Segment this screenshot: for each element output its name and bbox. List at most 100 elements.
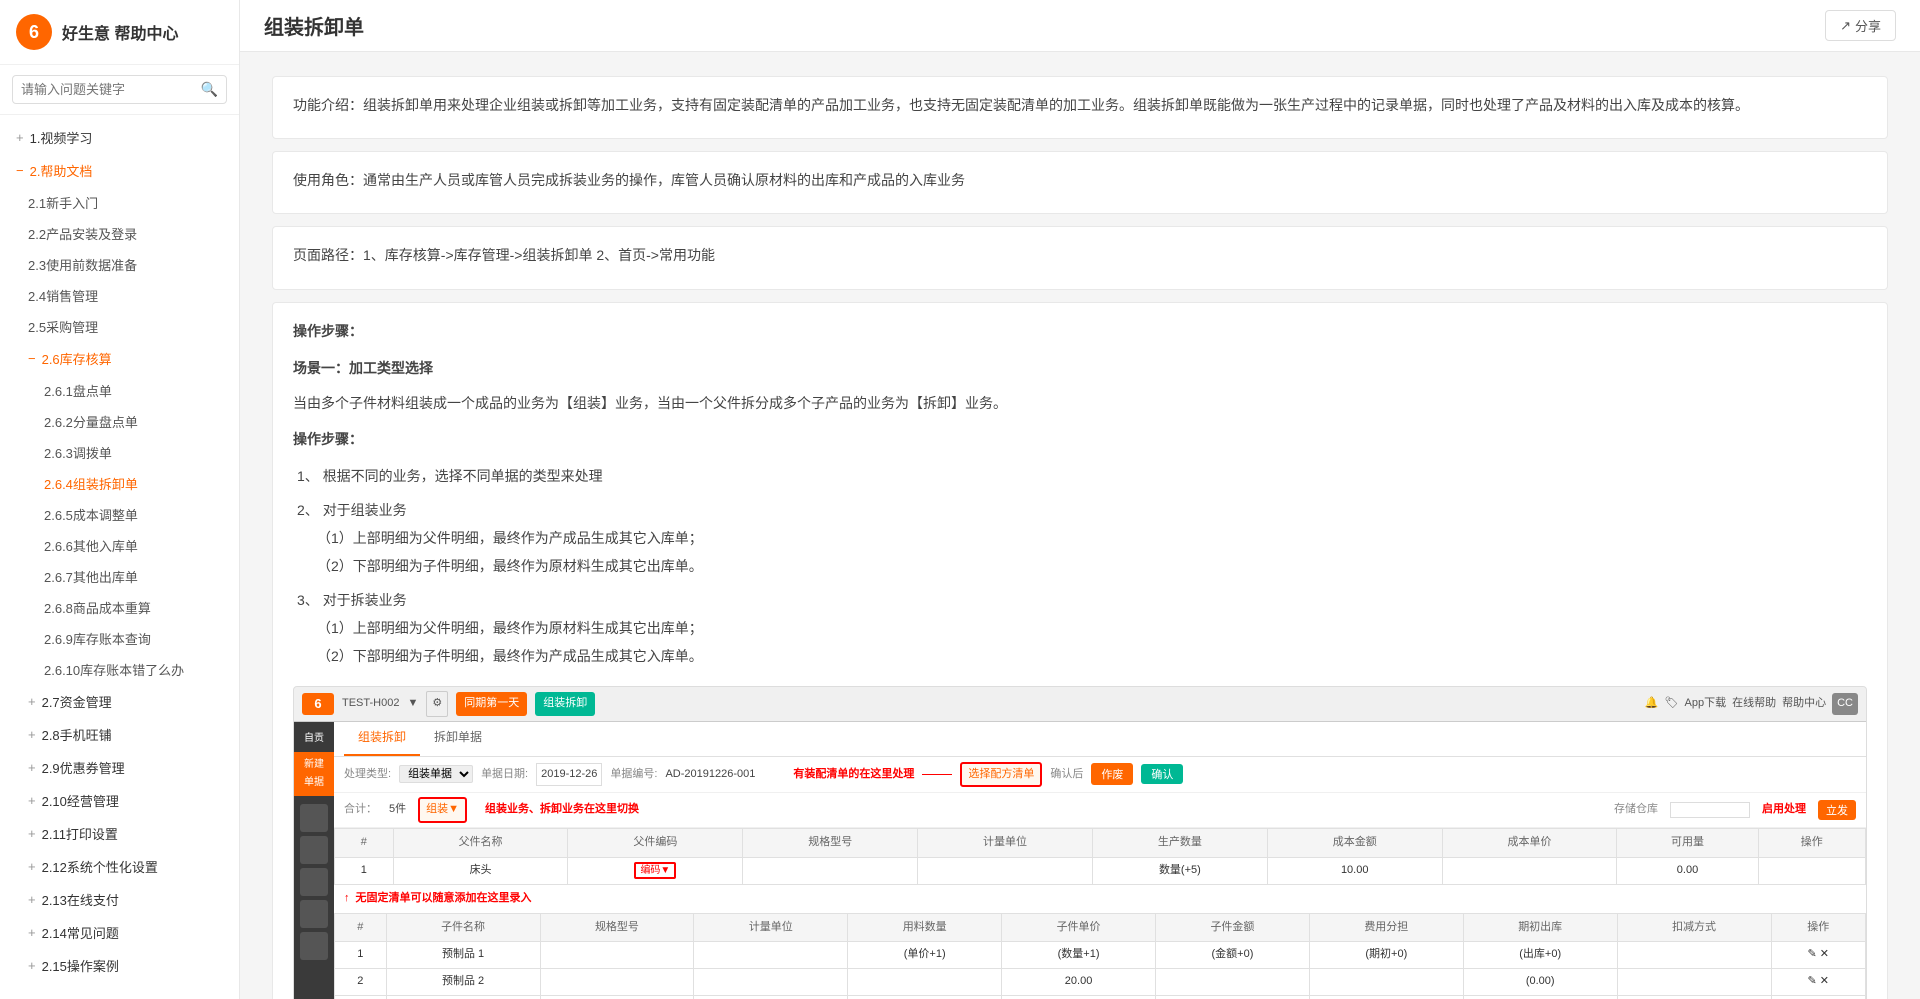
th-no: # <box>335 829 394 858</box>
sidebar-item-transfer[interactable]: 2.6.3调拨单 <box>44 437 239 468</box>
mock-child-table: # 子件名称 规格型号 计量单位 用料数量 子件单价 子件金额 费用分担 期初出 <box>334 913 1866 999</box>
ctr2-price: 20.00 <box>1002 969 1156 996</box>
ctr1-outbound: (出库+0) <box>1463 942 1617 969</box>
top-bar: 组装拆卸单 ↗ 分享 <box>240 0 1920 52</box>
sidebar-item-inventory[interactable]: − 2.6库存核算 <box>28 342 239 375</box>
sidebar-item-otherinbound[interactable]: 2.6.6其他入库单 <box>44 530 239 561</box>
abandon-btn[interactable]: 作废 <box>1091 763 1133 785</box>
ctr2-method <box>1617 969 1771 996</box>
cth-qty: 用料数量 <box>848 913 1002 942</box>
logo-area: 6 好生意 帮助中心 <box>0 0 239 65</box>
sidebar-item-capital[interactable]: + 2.7资金管理 <box>28 685 239 718</box>
plus-icon-pay: + <box>28 892 36 907</box>
sidebar-item-purchase[interactable]: 2.5采购管理 <box>28 311 239 342</box>
sidebar-item-prepare[interactable]: 2.3使用前数据准备 <box>28 249 239 280</box>
start-btn[interactable]: 立发 <box>1818 800 1856 820</box>
ctr1-price: (数量+1) <box>1002 942 1156 969</box>
sidebar-item-mobile[interactable]: + 2.8手机旺铺 <box>28 718 239 751</box>
sidebar-icon-4 <box>300 900 328 928</box>
th-costunit: 成本单价 <box>1442 829 1617 858</box>
ctr1-op: ✎ ✕ <box>1771 942 1866 969</box>
search-input[interactable] <box>21 82 201 97</box>
assembly-btn[interactable]: 组装拆卸 <box>535 692 595 716</box>
type-select[interactable]: 组装单据 拆卸单据 <box>399 765 473 783</box>
path-text: 页面路径：1、库存核算->库存管理->组装拆卸单 2、首页->常用功能 <box>293 243 1867 268</box>
type-label: 处理类型: <box>344 765 391 785</box>
sidebar-item-sysconfig[interactable]: + 2.12系统个性化设置 <box>28 850 239 883</box>
sidebar-item-inventory-label: 2.6库存核算 <box>42 349 112 368</box>
sidebar-icon-2 <box>300 836 328 864</box>
sidebar-item-stockerror[interactable]: 2.6.10库存账本错了么办 <box>44 654 239 685</box>
sidebar-item-cost[interactable]: 2.6.5成本调整单 <box>44 499 239 530</box>
date-field: 2019-12-26 <box>536 763 602 787</box>
mock-parent-table: # 父件名称 父件编码 规格型号 计量单位 生产数量 成本金额 成本单价 可用量 <box>334 828 1866 885</box>
tag-icon: 🏷 <box>1665 694 1679 714</box>
mock-sidebar: 自贡 新建单据 <box>294 722 334 999</box>
bell-icon: 🔔 <box>1645 694 1659 714</box>
total-value: 5件 <box>389 800 406 820</box>
mock-child-table-wrap: # 子件名称 规格型号 计量单位 用料数量 子件单价 子件金额 费用分担 期初出 <box>334 913 1866 999</box>
td-1-costunit <box>1442 857 1617 884</box>
confirm-btn[interactable]: 确认 <box>1141 764 1183 784</box>
nav-section: + 1.视频学习 − 2.帮助文档 2.1新手入门 2.2产品安装及登录 2.3… <box>0 115 239 988</box>
td-1-op <box>1758 857 1865 884</box>
sidebar-item-goodscost[interactable]: 2.6.8商品成本重算 <box>44 592 239 623</box>
num-label: 单据编号: <box>610 765 657 785</box>
role-card: 使用角色：通常由生产人员或库管人员完成拆装业务的操作，库管人员确认原材料的出库和… <box>272 151 1888 214</box>
app-icon: App下载 <box>1685 694 1727 714</box>
sidebar-item-faq[interactable]: + 2.14常见问题 <box>28 916 239 949</box>
sidebar-item-install[interactable]: 2.2产品安装及登录 <box>28 218 239 249</box>
sidebar-item-stocktake[interactable]: 2.6.1盘点单 <box>44 375 239 406</box>
scenario1-title: 场景一：加工类型选择 <box>293 356 1867 381</box>
step-1: 1、 根据不同的业务，选择不同单据的类型来处理 <box>293 462 1867 490</box>
minus-icon-inv: − <box>28 351 36 366</box>
mock-parent-table-wrap: # 父件名称 父件编码 规格型号 计量单位 生产数量 成本金额 成本单价 可用量 <box>334 828 1866 885</box>
intro-text: 功能介绍：组装拆卸单用来处理企业组装或拆卸等加工业务，支持有固定装配清单的产品加… <box>293 93 1867 118</box>
sidebar-item-assembly[interactable]: 2.6.4组装拆卸单 <box>44 468 239 499</box>
sidebar-item-newcomer[interactable]: 2.1新手入门 <box>28 187 239 218</box>
sidebar-item-onlinepay[interactable]: + 2.13在线支付 <box>28 883 239 916</box>
period-btn[interactable]: 同期第一天 <box>456 692 527 716</box>
sidebar-item-partial[interactable]: 2.6.2分量盘点单 <box>44 406 239 437</box>
annotation-nofixed: ↑ 无固定清单可以随意添加在这里录入 <box>334 885 1866 913</box>
cth-outbound: 期初出库 <box>1463 913 1617 942</box>
ctr2-name: 预制品 2 <box>386 969 540 996</box>
type-switch[interactable]: 组装▼ <box>418 797 467 823</box>
ctr2-unit <box>694 969 848 996</box>
select-bom-btn[interactable]: 选择配方清单 <box>960 762 1042 788</box>
operations-card: 操作步骤： 场景一：加工类型选择 当由多个子件材料组装成一个成品的业务为【组装】… <box>272 302 1888 999</box>
sidebar-item-print[interactable]: + 2.11打印设置 <box>28 817 239 850</box>
sidebar-item-sales[interactable]: 2.4销售管理 <box>28 280 239 311</box>
date-label: 单据日期: <box>481 765 528 785</box>
screenshot-topbar-left: 6 TEST-H002 ▼ ⚙ 同期第一天 组装拆卸 <box>302 691 595 717</box>
tab-inactive[interactable]: 拆卸单据 <box>420 722 496 756</box>
sidebar-item-coupon[interactable]: + 2.9优惠券管理 <box>28 751 239 784</box>
storage-input[interactable] <box>1670 802 1750 818</box>
helpcenter-link: 帮助中心 <box>1782 694 1826 714</box>
plus-icon-sys: + <box>28 859 36 874</box>
plus-icon-ops: + <box>28 793 36 808</box>
sidebar-item-otheroutbound[interactable]: 2.6.7其他出库单 <box>44 561 239 592</box>
new-order-nav: 新建单据 <box>294 752 334 796</box>
sidebar: 6 好生意 帮助中心 🔍 + 1.视频学习 − 2.帮助文档 2.1新手入门 2… <box>0 0 240 999</box>
action-label: 确认后 <box>1050 765 1083 785</box>
cth-unit: 计量单位 <box>694 913 848 942</box>
sidebar-item-ops[interactable]: + 2.10经营管理 <box>28 784 239 817</box>
sidebar-item-videos[interactable]: + 1.视频学习 <box>0 121 239 154</box>
sidebar-item-docs-label: 2.帮助文档 <box>30 161 93 180</box>
mock-sub-info: 合计： 5件 组装▼ 组装业务、拆卸业务在这里切换 存储仓库 启用处理 立发 <box>334 793 1866 828</box>
sidebar-item-cases[interactable]: + 2.15操作案例 <box>28 949 239 982</box>
mock-form-header: 处理类型: 组装单据 拆卸单据 单据日期: 2019-12-26 单据编号: A… <box>334 757 1866 794</box>
search-icon[interactable]: 🔍 <box>201 81 218 98</box>
share-button[interactable]: ↗ 分享 <box>1825 10 1896 41</box>
annotation-switch: 组装业务、拆卸业务在这里切换 <box>485 800 639 820</box>
tab-assembly[interactable]: 组装拆卸 <box>344 722 420 756</box>
arrow-line-1 <box>922 774 952 775</box>
sidebar-item-docs[interactable]: − 2.帮助文档 <box>0 154 239 187</box>
ctr2-outbound: (0.00) <box>1463 969 1617 996</box>
step-2-sub: （1）上部明细为父件明细，最终作为产成品生成其它入库单； （2）下部明细为子件明… <box>297 524 1867 580</box>
sidebar-icon-3 <box>300 868 328 896</box>
sidebar-item-stockcheck[interactable]: 2.6.9库存账本查询 <box>44 623 239 654</box>
mock-tabs: 组装拆卸 拆卸单据 <box>334 722 1866 757</box>
parent-table-body: 1 床头 编码▼ 数量(+5) 10.00 <box>335 857 1866 884</box>
